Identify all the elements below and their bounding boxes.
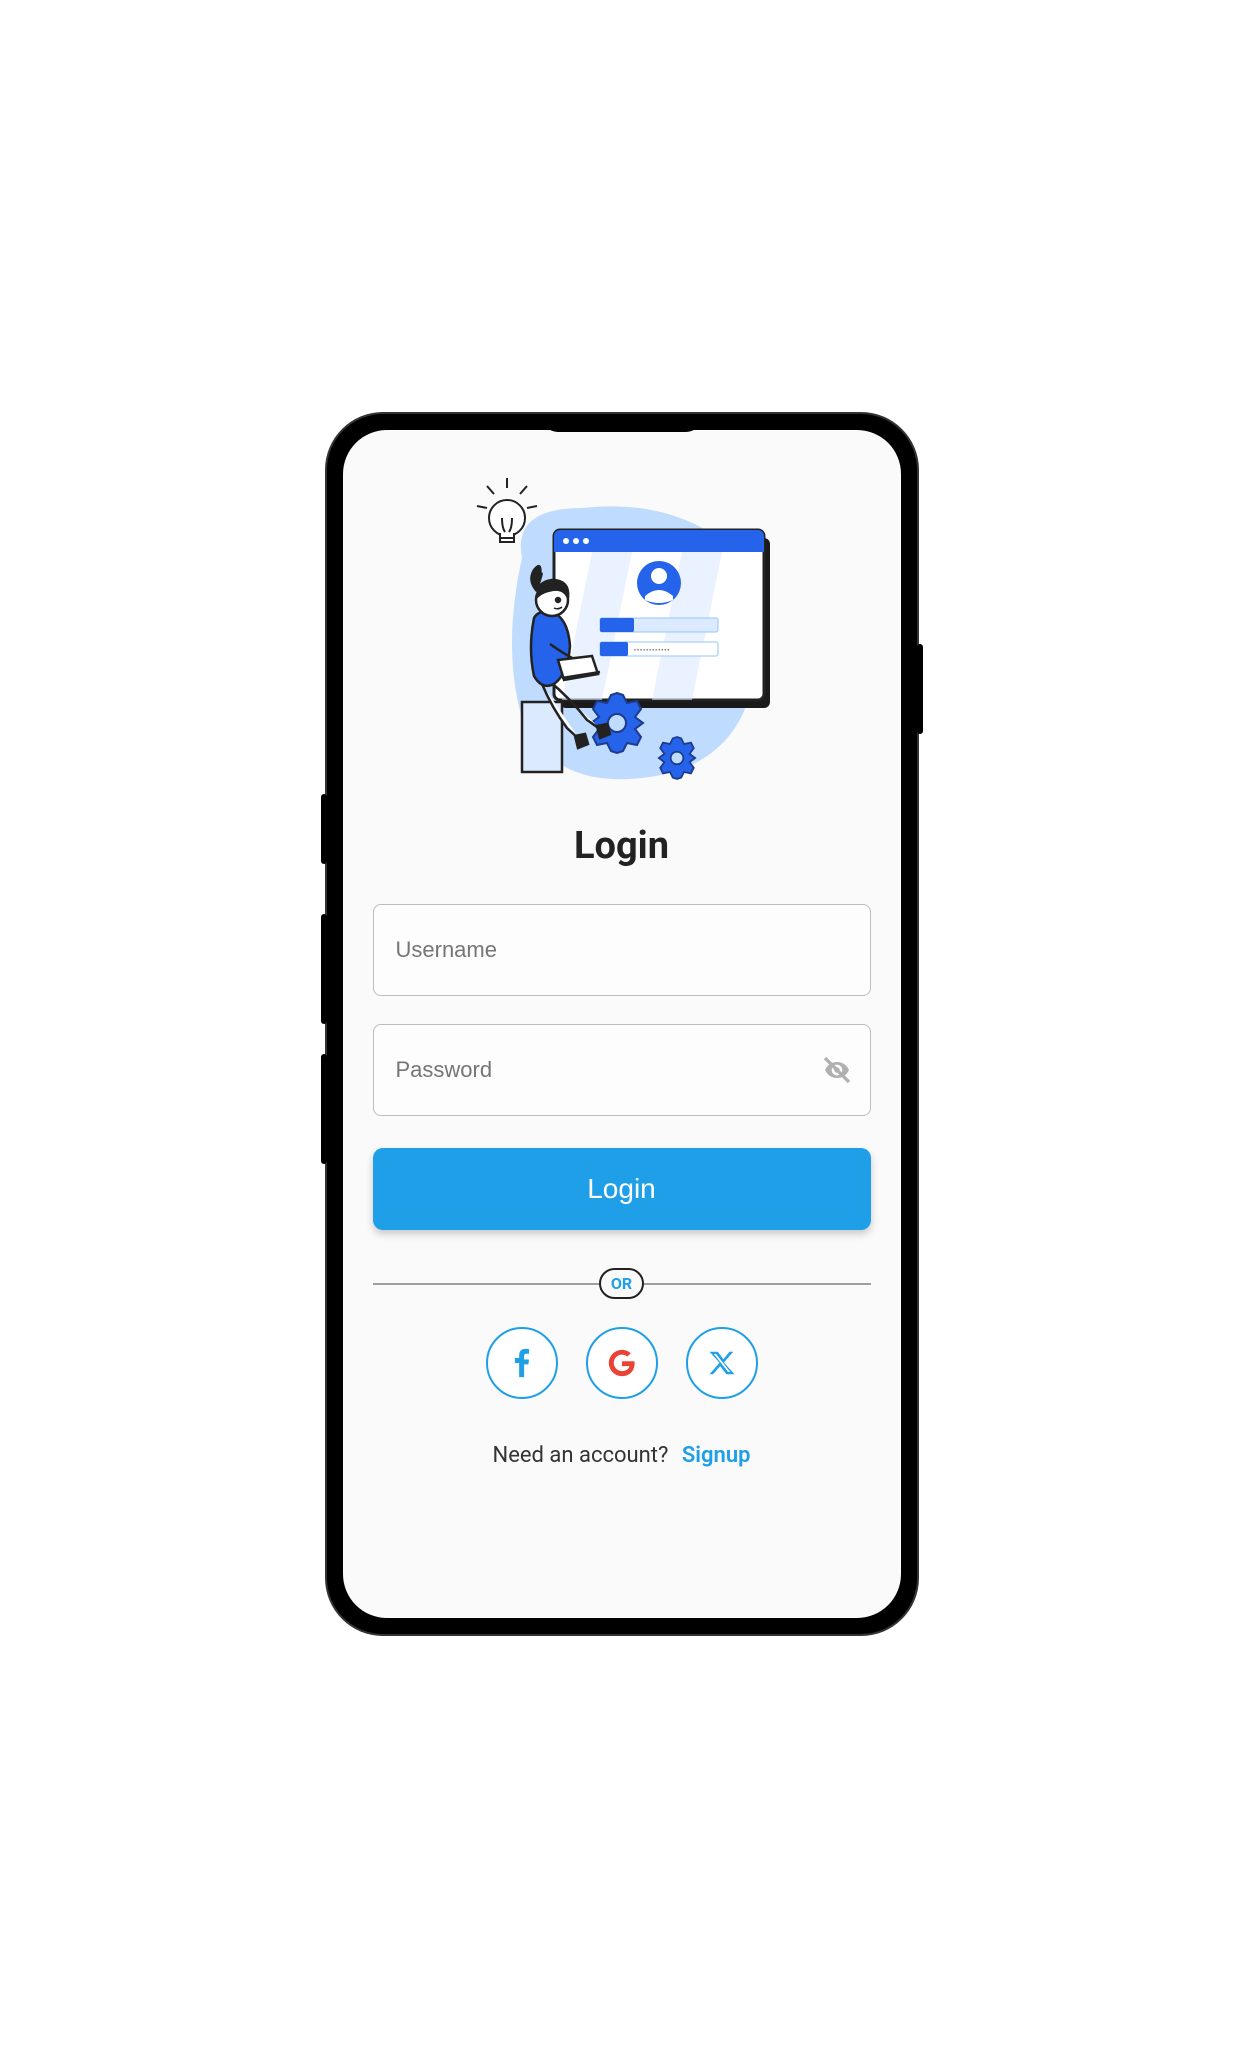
eye-off-icon [821,1054,853,1086]
password-field-wrap [373,1024,871,1116]
signup-link[interactable]: Signup [682,1443,751,1468]
phone-volume-up [321,914,327,1024]
signup-prompt-text: Need an account? [493,1443,669,1468]
phone-volume-down [321,1054,327,1164]
facebook-login-button[interactable] [486,1327,558,1399]
password-input[interactable] [373,1024,871,1116]
google-login-button[interactable] [586,1327,658,1399]
facebook-icon [505,1346,539,1380]
phone-frame: •••••••••••• [327,414,917,1634]
x-login-button[interactable] [686,1327,758,1399]
google-icon [605,1346,639,1380]
toggle-password-visibility-button[interactable] [821,1054,853,1086]
divider-line-right [643,1283,870,1285]
app-screen: •••••••••••• [343,430,901,1618]
username-field-wrap [373,904,871,996]
divider-line-left [373,1283,600,1285]
divider-label: OR [599,1268,644,1299]
signup-prompt-row: Need an account? Signup [493,1443,751,1468]
divider: OR [373,1268,871,1299]
x-twitter-icon [707,1348,737,1378]
social-login-row [486,1327,758,1399]
phone-notch [542,414,702,432]
page-title: Login [574,824,669,868]
login-button[interactable]: Login [373,1148,871,1230]
svg-text:••••••••••••: •••••••••••• [634,647,670,654]
phone-mute-switch [321,794,327,864]
username-input[interactable] [373,904,871,996]
login-illustration: •••••••••••• [452,468,792,808]
phone-power-button [917,644,923,734]
